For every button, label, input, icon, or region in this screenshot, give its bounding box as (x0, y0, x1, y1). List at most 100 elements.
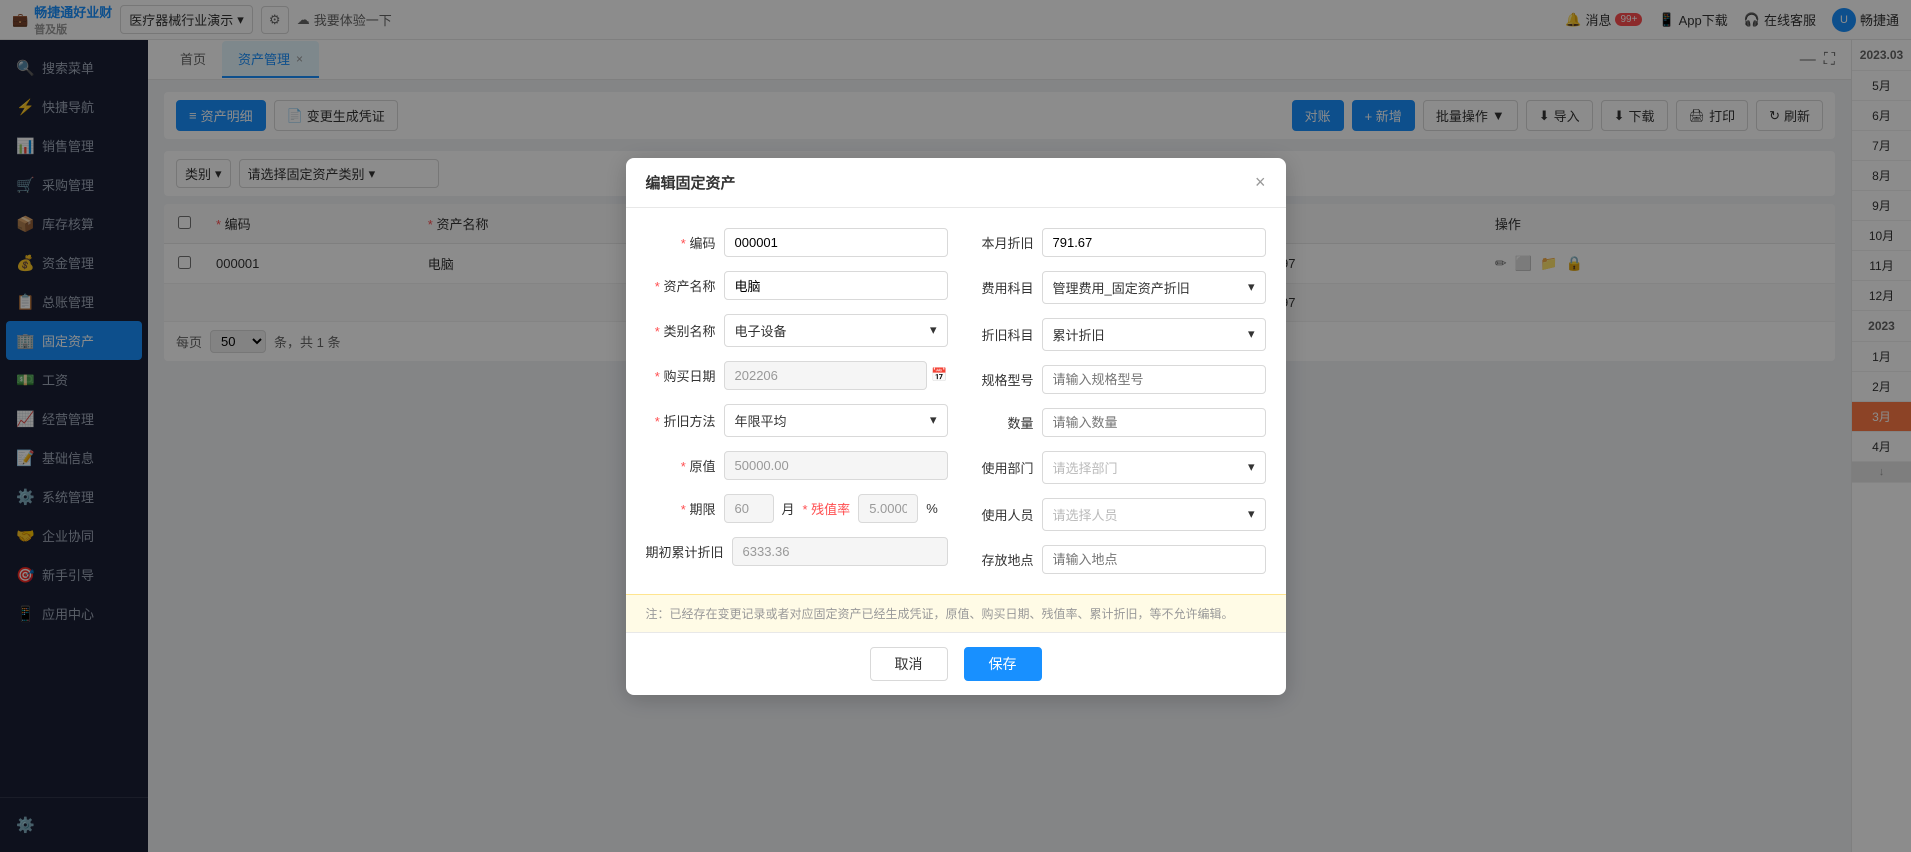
dep-method-chevron-icon: ▾ (930, 412, 937, 428)
form-row-quantity: 数量 (964, 408, 1266, 437)
form-item-dep-method: * 折旧方法 年限平均 ▾ (646, 404, 948, 437)
form-right-column: 本月折旧 费用科目 管理费用_固定资产折旧 (964, 228, 1266, 574)
spec-input[interactable] (1042, 365, 1266, 394)
category-form-label: * 类别名称 (646, 321, 716, 340)
expense-account-chevron-icon: ▾ (1248, 279, 1255, 295)
category-value: 电子设备 (735, 321, 787, 340)
modal-note-text: 注：已经存在变更记录或者对应固定资产已经生成凭证，原值、购买日期、残值率、累计折… (646, 607, 1234, 621)
required-star5: * (655, 414, 660, 429)
person-chevron-icon: ▾ (1248, 506, 1255, 522)
edit-asset-modal: 编辑固定资产 × * 编码 (626, 158, 1286, 695)
person-label: 使用人员 (964, 505, 1034, 524)
initial-dep-label: 期初累计折旧 (646, 542, 724, 561)
modal-body: * 编码 * 资产名称 (626, 208, 1286, 594)
expense-account-select[interactable]: 管理费用_固定资产折旧 ▾ (1042, 271, 1266, 304)
form-item-monthly-dep: 本月折旧 (964, 228, 1266, 257)
residual-rate-input (858, 494, 918, 523)
form-item-code: * 编码 (646, 228, 948, 257)
person-placeholder: 请选择人员 (1053, 505, 1118, 524)
initial-dep-input (732, 537, 948, 566)
required-star7: * (681, 502, 686, 517)
required-star: * (681, 236, 686, 251)
department-select[interactable]: 请选择部门 ▾ (1042, 451, 1266, 484)
location-input[interactable] (1042, 545, 1266, 574)
purchase-date-label-text: 购买日期 (663, 369, 715, 384)
location-label-text: 存放地点 (981, 553, 1033, 568)
original-value-label: * 原值 (646, 456, 716, 475)
form-item-purchase-date: * 购买日期 📅 (646, 361, 948, 390)
department-label-text: 使用部门 (981, 461, 1033, 476)
form-grid: * 编码 * 资产名称 (646, 228, 1266, 574)
person-select[interactable]: 请选择人员 ▾ (1042, 498, 1266, 531)
expense-account-label: 费用科目 (964, 278, 1034, 297)
dep-method-select[interactable]: 年限平均 ▾ (724, 404, 948, 437)
form-item-person: 使用人员 请选择人员 ▾ (964, 498, 1266, 531)
form-left-column: * 编码 * 资产名称 (646, 228, 948, 574)
modal-title: 编辑固定资产 (646, 172, 736, 193)
name-label-text: 资产名称 (663, 279, 715, 294)
modal-header: 编辑固定资产 × (626, 158, 1286, 208)
dep-account-label: 折旧科目 (964, 325, 1034, 344)
form-row-initial-dep: 期初累计折旧 (646, 537, 948, 566)
purchase-date-input (724, 361, 928, 390)
period-input (724, 494, 774, 523)
cancel-button[interactable]: 取消 (870, 647, 948, 681)
form-row-dep-account: 折旧科目 累计折旧 ▾ (964, 318, 1266, 351)
save-button[interactable]: 保存 (964, 647, 1042, 681)
dep-account-chevron-icon: ▾ (1248, 326, 1255, 342)
residual-rate-label-text: * 残值率 (803, 502, 851, 517)
modal-footer: 取消 保存 (626, 632, 1286, 695)
department-placeholder: 请选择部门 (1053, 458, 1118, 477)
form-row-expense-account: 费用科目 管理费用_固定资产折旧 ▾ (964, 271, 1266, 304)
category-chevron-icon: ▾ (930, 322, 937, 338)
expense-account-label-text: 费用科目 (981, 281, 1033, 296)
form-row-monthly-dep: 本月折旧 (964, 228, 1266, 257)
form-item-department: 使用部门 请选择部门 ▾ (964, 451, 1266, 484)
dep-account-select[interactable]: 累计折旧 ▾ (1042, 318, 1266, 351)
monthly-dep-input[interactable] (1042, 228, 1266, 257)
required-star6: * (681, 459, 686, 474)
required-star4: * (655, 369, 660, 384)
form-row-category: * 类别名称 电子设备 ▾ (646, 314, 948, 347)
form-row-person: 使用人员 请选择人员 ▾ (964, 498, 1266, 531)
dep-method-label-text: 折旧方法 (663, 414, 715, 429)
original-value-input (724, 451, 948, 480)
department-chevron-icon: ▾ (1248, 459, 1255, 475)
location-label: 存放地点 (964, 550, 1034, 569)
residual-rate-unit: % (926, 501, 938, 516)
category-select-input[interactable]: 电子设备 ▾ (724, 314, 948, 347)
code-input[interactable] (724, 228, 948, 257)
required-star2: * (655, 279, 660, 294)
name-input[interactable] (724, 271, 948, 300)
department-label: 使用部门 (964, 458, 1034, 477)
form-item-original-value: * 原值 (646, 451, 948, 480)
modal-overlay: 编辑固定资产 × * 编码 (0, 0, 1911, 852)
period-unit: 月 (782, 499, 795, 518)
dep-method-label: * 折旧方法 (646, 411, 716, 430)
dep-account-value: 累计折旧 (1053, 325, 1105, 344)
code-label-text: 编码 (689, 236, 715, 251)
spec-label-text: 规格型号 (981, 373, 1033, 388)
expense-account-value: 管理费用_固定资产折旧 (1053, 278, 1190, 297)
residual-rate-label: * 残值率 (803, 499, 851, 518)
period-label: * 期限 (646, 499, 716, 518)
modal-close-button[interactable]: × (1255, 172, 1266, 193)
code-label: * 编码 (646, 233, 716, 252)
monthly-dep-label: 本月折旧 (964, 233, 1034, 252)
calendar-icon[interactable]: 📅 (931, 367, 947, 383)
form-row-spec: 规格型号 (964, 365, 1266, 394)
form-item-expense-account: 费用科目 管理费用_固定资产折旧 ▾ (964, 271, 1266, 304)
monthly-dep-label-text: 本月折旧 (981, 236, 1033, 251)
original-value-label-text: 原值 (689, 459, 715, 474)
form-row-department: 使用部门 请选择部门 ▾ (964, 451, 1266, 484)
form-item-initial-dep: 期初累计折旧 (646, 537, 948, 566)
form-row-code: * 编码 (646, 228, 948, 257)
quantity-label: 数量 (964, 413, 1034, 432)
form-item-quantity: 数量 (964, 408, 1266, 437)
quantity-input[interactable] (1042, 408, 1266, 437)
category-label-text: 类别名称 (663, 324, 715, 339)
form-row-purchase-date: * 购买日期 📅 (646, 361, 948, 390)
form-row-dep-method: * 折旧方法 年限平均 ▾ (646, 404, 948, 437)
purchase-date-label: * 购买日期 (646, 366, 716, 385)
form-item-category: * 类别名称 电子设备 ▾ (646, 314, 948, 347)
